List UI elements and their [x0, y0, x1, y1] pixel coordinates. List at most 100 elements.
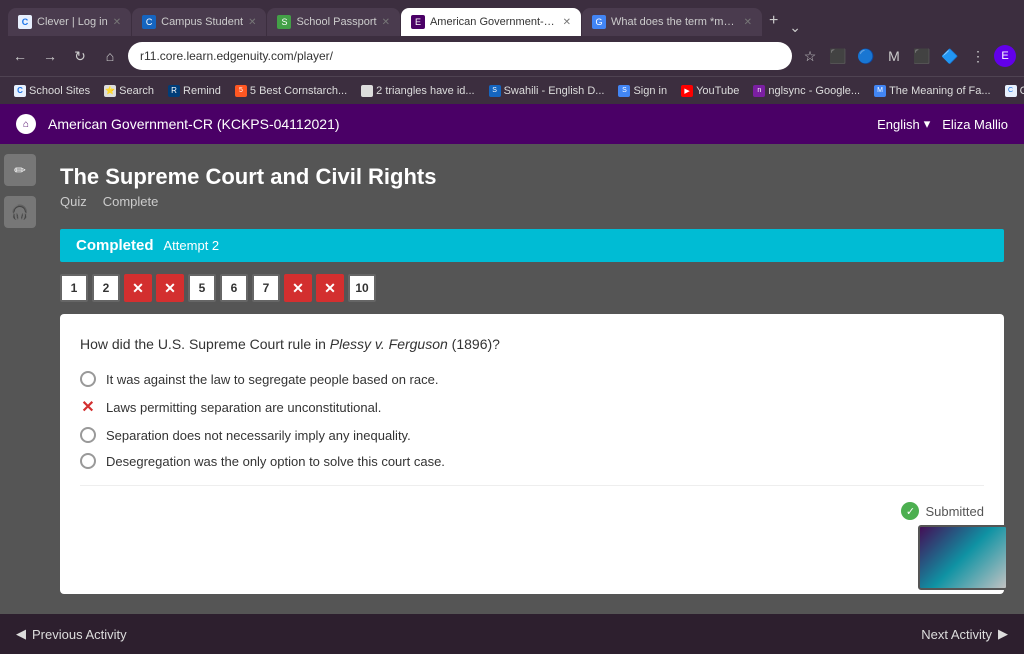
- q-btn-4[interactable]: ✕: [156, 274, 184, 302]
- tab-clever-title: Clever | Log in: [37, 16, 108, 28]
- main-area: The Supreme Court and Civil Rights Quiz …: [40, 144, 1024, 614]
- q-btn-8[interactable]: ✕: [284, 274, 312, 302]
- tab-school[interactable]: S School Passport ✕: [267, 8, 400, 36]
- new-tab-button[interactable]: +: [763, 12, 784, 30]
- forward-button[interactable]: →: [38, 44, 62, 68]
- answer-option-4[interactable]: Desegregation was the only option to sol…: [80, 453, 984, 469]
- question-nav: 1 2 ✕ ✕ 5 6 7 ✕ ✕ 10: [60, 274, 1004, 302]
- course-title: American Government-CR (KCKPS-04112021): [48, 116, 877, 132]
- bookmark-triangles-label: 2 triangles have id...: [376, 85, 474, 97]
- wrong-mark-icon: ✕: [80, 397, 96, 417]
- q-btn-7[interactable]: 7: [252, 274, 280, 302]
- bookmark-signin-label: Sign in: [633, 85, 667, 97]
- tab-campus[interactable]: C Campus Student ✕: [132, 8, 266, 36]
- bookmarks-bar: C School Sites ⭐ Search R Remind 5 5 Bes…: [0, 76, 1024, 104]
- bookmark-swahili-label: Swahili - English D...: [504, 85, 605, 97]
- tab-school-close[interactable]: ✕: [382, 17, 390, 28]
- quiz-status-label: Complete: [103, 194, 159, 209]
- q-btn-1[interactable]: 1: [60, 274, 88, 302]
- tab-campus-title: Campus Student: [161, 16, 243, 28]
- q-btn-9[interactable]: ✕: [316, 274, 344, 302]
- pencil-button[interactable]: ✏: [4, 154, 36, 186]
- answer-option-2[interactable]: ✕ Laws permitting separation are unconst…: [80, 397, 984, 417]
- bookmark-nglsync[interactable]: n nglsync - Google...: [747, 83, 866, 99]
- bookmark-triangles[interactable]: △ 2 triangles have id...: [355, 83, 480, 99]
- tab-edgenuity-close[interactable]: ✕: [563, 17, 571, 28]
- completed-label: Completed: [76, 237, 154, 254]
- extension-btn-3[interactable]: M: [882, 44, 906, 68]
- bookmark-star-button[interactable]: ☆: [798, 44, 822, 68]
- bookmark-nglsync-label: nglsync - Google...: [768, 85, 860, 97]
- extension-btn-4[interactable]: ⬛: [910, 44, 934, 68]
- profile-icon[interactable]: E: [994, 45, 1016, 67]
- tab-campus-close[interactable]: ✕: [248, 17, 256, 28]
- next-activity-label: Next Activity: [921, 627, 992, 642]
- answer-options: It was against the law to segregate peop…: [80, 371, 984, 469]
- bookmark-cornstarch[interactable]: 5 5 Best Cornstarch...: [229, 83, 353, 99]
- header-right: English ▾ Eliza Mallio: [877, 116, 1008, 132]
- headphone-button[interactable]: 🎧: [4, 196, 36, 228]
- bk-triangles-icon: △: [361, 85, 373, 97]
- home-button[interactable]: ⌂: [98, 44, 122, 68]
- bk-school-icon: C: [14, 85, 26, 97]
- answer-option-2-text: Laws permitting separation are unconstit…: [106, 400, 381, 415]
- bookmark-search-label: Search: [119, 85, 154, 97]
- bk-nglsync-icon: n: [753, 85, 765, 97]
- bookmark-clever[interactable]: C Clever: [999, 83, 1024, 99]
- answer-option-3-text: Separation does not necessarily imply an…: [106, 428, 411, 443]
- radio-1: [80, 371, 96, 387]
- bookmark-remind[interactable]: R Remind: [162, 83, 227, 99]
- address-input[interactable]: [128, 42, 792, 70]
- language-selector[interactable]: English ▾: [877, 116, 930, 132]
- bk-meaning-icon: M: [874, 85, 886, 97]
- tab-edgenuity[interactable]: E American Government-CR (K... ✕: [401, 8, 581, 36]
- edgenuity-logo: ⌂: [16, 114, 36, 134]
- answer-option-4-text: Desegregation was the only option to sol…: [106, 454, 445, 469]
- question-text: How did the U.S. Supreme Court rule in P…: [80, 334, 984, 355]
- radio-4: [80, 453, 96, 469]
- tab-google-close[interactable]: ✕: [744, 17, 752, 28]
- bookmark-meaning-label: The Meaning of Fa...: [889, 85, 991, 97]
- answer-option-1-text: It was against the law to segregate peop…: [106, 372, 438, 387]
- bookmark-swahili[interactable]: S Swahili - English D...: [483, 83, 611, 99]
- reload-button[interactable]: ↻: [68, 44, 92, 68]
- bk-cornstarch-icon: 5: [235, 85, 247, 97]
- back-button[interactable]: ←: [8, 44, 32, 68]
- browser-chrome: C Clever | Log in ✕ C Campus Student ✕ S…: [0, 0, 1024, 104]
- submitted-badge: ✓ Submitted: [901, 502, 984, 520]
- extension-btn-5[interactable]: 🔷: [938, 44, 962, 68]
- answer-option-3[interactable]: Separation does not necessarily imply an…: [80, 427, 984, 443]
- tab-google-title: What does the term *manda...: [611, 16, 739, 28]
- q-btn-10[interactable]: 10: [348, 274, 376, 302]
- bookmark-signin[interactable]: S Sign in: [612, 83, 673, 99]
- bookmark-school-sites[interactable]: C School Sites: [8, 83, 96, 99]
- content-area: ✏ 🎧 The Supreme Court and Civil Rights Q…: [0, 144, 1024, 614]
- q-btn-2[interactable]: 2: [92, 274, 120, 302]
- quiz-title-section: The Supreme Court and Civil Rights Quiz …: [60, 164, 1004, 221]
- tab-clever-close[interactable]: ✕: [113, 17, 121, 28]
- extension-btn-1[interactable]: ⬛: [826, 44, 850, 68]
- tab-google[interactable]: G What does the term *manda... ✕: [582, 8, 762, 36]
- q-btn-6[interactable]: 6: [220, 274, 248, 302]
- bookmark-meaning[interactable]: M The Meaning of Fa...: [868, 83, 997, 99]
- tab-edgenuity-title: American Government-CR (K...: [430, 16, 558, 28]
- bookmark-youtube[interactable]: ▶ YouTube: [675, 83, 745, 99]
- bookmark-school-sites-label: School Sites: [29, 85, 90, 97]
- completed-banner: Completed Attempt 2: [60, 229, 1004, 262]
- tab-clever[interactable]: C Clever | Log in ✕: [8, 8, 131, 36]
- tab-overflow-button[interactable]: ⌄: [785, 19, 805, 36]
- edgenuity-favicon: E: [411, 15, 425, 29]
- q-btn-5[interactable]: 5: [188, 274, 216, 302]
- google-favicon: G: [592, 15, 606, 29]
- answer-option-1[interactable]: It was against the law to segregate peop…: [80, 371, 984, 387]
- bookmark-search[interactable]: ⭐ Search: [98, 83, 160, 99]
- bottom-nav: ◀ Previous Activity Next Activity ▶: [0, 614, 1024, 654]
- question-italic: Plessy v. Ferguson: [330, 336, 448, 352]
- extension-btn-2[interactable]: 🔵: [854, 44, 878, 68]
- campus-favicon: C: [142, 15, 156, 29]
- settings-button[interactable]: ⋮: [966, 44, 990, 68]
- bk-clever-icon: C: [1005, 85, 1017, 97]
- quiz-type-label: Quiz: [60, 194, 87, 209]
- q-btn-3[interactable]: ✕: [124, 274, 152, 302]
- bookmark-youtube-label: YouTube: [696, 85, 739, 97]
